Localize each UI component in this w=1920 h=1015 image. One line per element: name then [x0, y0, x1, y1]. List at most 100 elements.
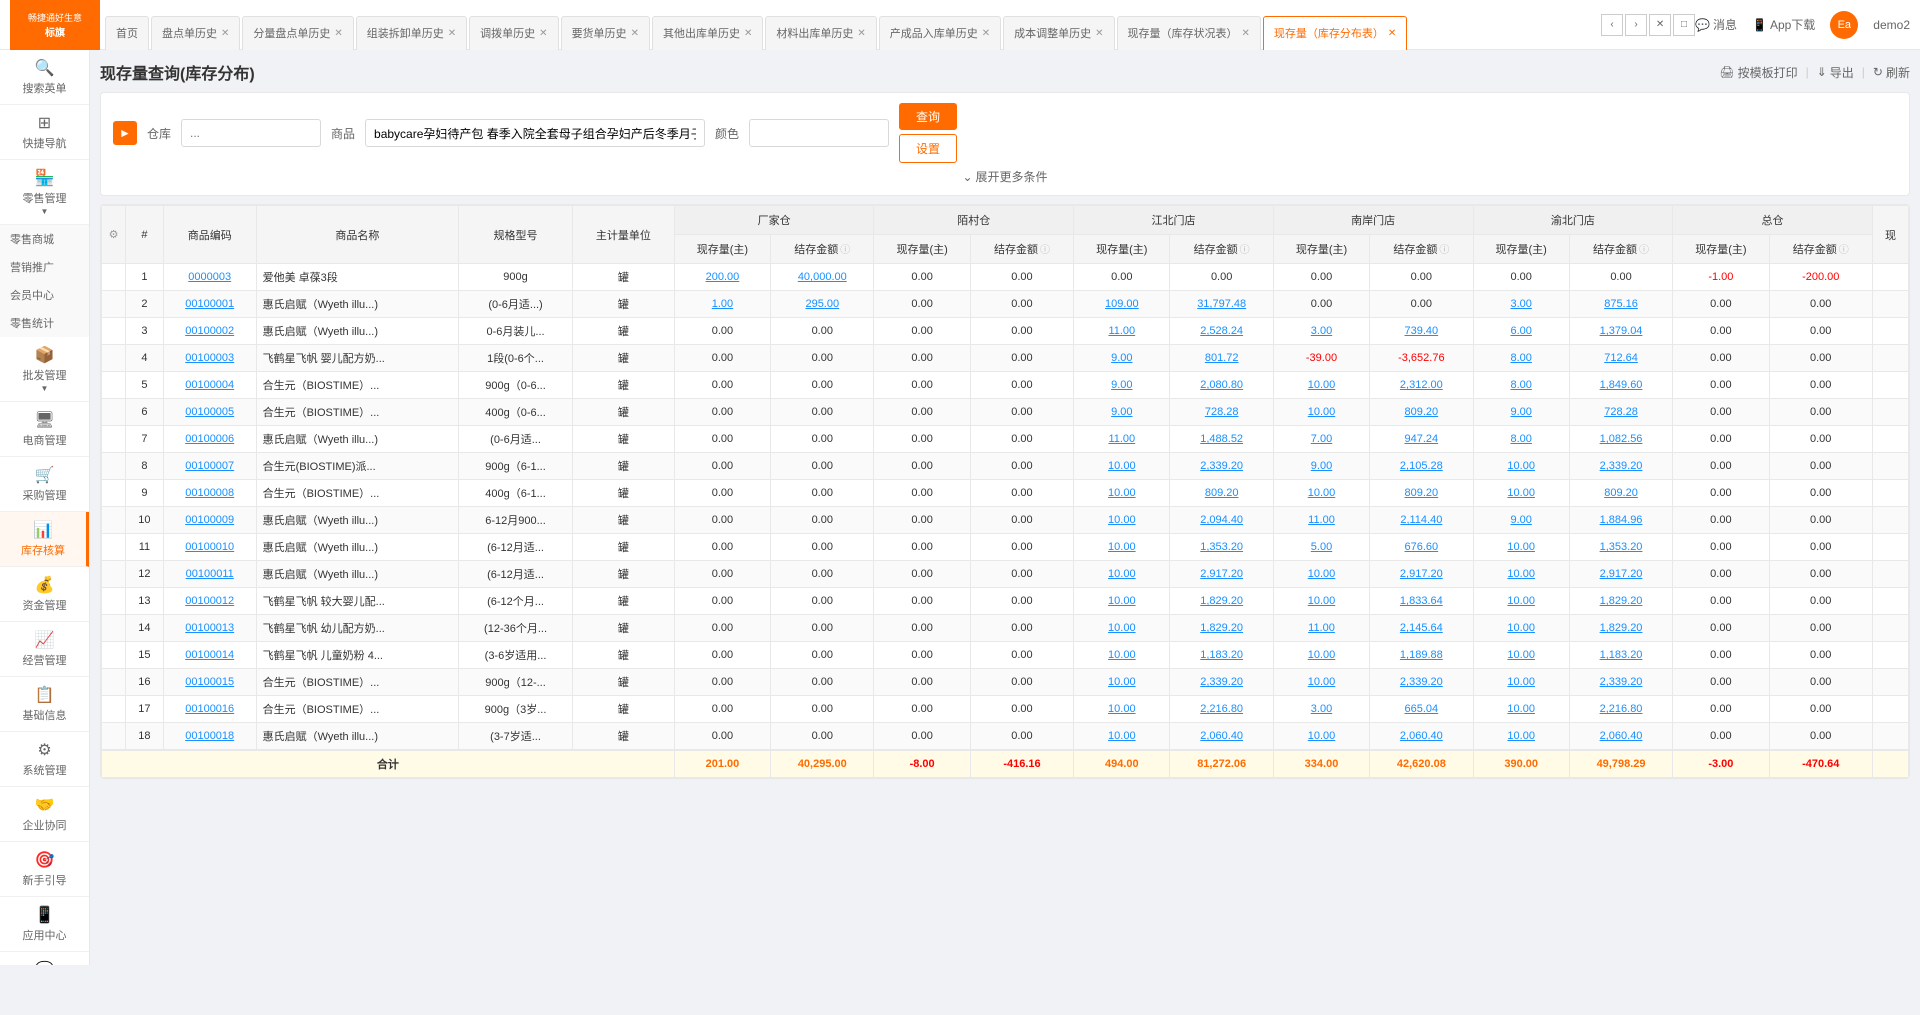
- sidebar-sub-[interactable]: 零售商城: [0, 225, 89, 253]
- cell-data-9[interactable]: 712.64: [1569, 345, 1672, 372]
- total-amount-info-icon[interactable]: ⓘ: [1839, 245, 1849, 256]
- sidebar-item-[interactable]: 📋基础信息: [0, 677, 89, 732]
- cell-data-8[interactable]: 3.00: [1473, 291, 1569, 318]
- cell-data-4[interactable]: 10.00: [1074, 723, 1170, 751]
- nav-close-button[interactable]: ✕: [1649, 14, 1671, 36]
- tab-[interactable]: 现存量（库存分布表）✕: [1263, 16, 1407, 50]
- cell-code[interactable]: 0000003: [163, 264, 256, 291]
- cell-data-8[interactable]: 10.00: [1473, 615, 1569, 642]
- cell-data-4[interactable]: 9.00: [1074, 399, 1170, 426]
- cell-data-4[interactable]: 11.00: [1074, 426, 1170, 453]
- color-input[interactable]: [749, 119, 889, 147]
- cell-data-7[interactable]: 809.20: [1370, 480, 1473, 507]
- cell-data-5[interactable]: 2,528.24: [1170, 318, 1273, 345]
- cell-data-4[interactable]: 10.00: [1074, 588, 1170, 615]
- cell-code[interactable]: 00100007: [163, 453, 256, 480]
- cell-data-8[interactable]: 10.00: [1473, 669, 1569, 696]
- refresh-button[interactable]: ↻ 刷新: [1873, 64, 1910, 81]
- cell-data-9[interactable]: 2,216.80: [1569, 696, 1672, 723]
- cell-data-4[interactable]: 10.00: [1074, 642, 1170, 669]
- close-icon[interactable]: ✕: [448, 28, 456, 39]
- cell-data-7[interactable]: 2,114.40: [1370, 507, 1473, 534]
- cell-data-9[interactable]: 1,183.20: [1569, 642, 1672, 669]
- cell-data-4[interactable]: 9.00: [1074, 372, 1170, 399]
- cell-data-7[interactable]: -3,652.76: [1370, 345, 1473, 372]
- cell-data-8[interactable]: 10.00: [1473, 480, 1569, 507]
- cell-data-5[interactable]: 809.20: [1170, 480, 1273, 507]
- close-icon[interactable]: ✕: [539, 28, 547, 39]
- cell-data-5[interactable]: 728.28: [1170, 399, 1273, 426]
- cell-data-9[interactable]: 2,339.20: [1569, 453, 1672, 480]
- cell-code[interactable]: 00100013: [163, 615, 256, 642]
- nav-prev-button[interactable]: ‹: [1601, 14, 1623, 36]
- cell-data-9[interactable]: 2,060.40: [1569, 723, 1672, 751]
- cell-data-9[interactable]: 1,379.04: [1569, 318, 1672, 345]
- sidebar-item-[interactable]: 🛒采购管理: [0, 457, 89, 512]
- filter-collapse-button[interactable]: ►: [113, 121, 137, 145]
- cell-code[interactable]: 00100004: [163, 372, 256, 399]
- sidebar-item-[interactable]: 🤝企业协同: [0, 787, 89, 842]
- cell-code[interactable]: 00100015: [163, 669, 256, 696]
- cell-data-6[interactable]: -39.00: [1273, 345, 1369, 372]
- cell-data-1[interactable]: 295.00: [771, 291, 874, 318]
- cell-data-6[interactable]: 7.00: [1273, 426, 1369, 453]
- cell-data-6[interactable]: 10.00: [1273, 480, 1369, 507]
- cell-data-6[interactable]: 9.00: [1273, 453, 1369, 480]
- cell-data-6[interactable]: 10.00: [1273, 588, 1369, 615]
- cell-data-8[interactable]: 10.00: [1473, 561, 1569, 588]
- cell-code[interactable]: 00100009: [163, 507, 256, 534]
- cell-data-4[interactable]: 10.00: [1074, 696, 1170, 723]
- cell-data-8[interactable]: 8.00: [1473, 372, 1569, 399]
- cell-data-8[interactable]: 8.00: [1473, 426, 1569, 453]
- cell-data-5[interactable]: 2,339.20: [1170, 453, 1273, 480]
- cell-data-9[interactable]: 728.28: [1569, 399, 1672, 426]
- close-icon[interactable]: ✕: [1095, 28, 1103, 39]
- cell-code[interactable]: 00100006: [163, 426, 256, 453]
- cell-data-9[interactable]: 2,917.20: [1569, 561, 1672, 588]
- cell-data-1[interactable]: 40,000.00: [771, 264, 874, 291]
- cell-data-8[interactable]: 10.00: [1473, 696, 1569, 723]
- cell-data-6[interactable]: 10.00: [1273, 723, 1369, 751]
- avatar[interactable]: Ea: [1830, 11, 1858, 39]
- cell-code[interactable]: 00100016: [163, 696, 256, 723]
- sidebar-item-[interactable]: 📊库存核算: [0, 512, 89, 567]
- cell-data-4[interactable]: 10.00: [1074, 453, 1170, 480]
- cell-data-5[interactable]: 1,353.20: [1170, 534, 1273, 561]
- close-icon[interactable]: ✕: [1388, 28, 1396, 39]
- cell-data-4[interactable]: 10.00: [1074, 615, 1170, 642]
- app-download-button[interactable]: 📱 App下载: [1752, 16, 1815, 33]
- cell-code[interactable]: 00100014: [163, 642, 256, 669]
- jb-amount-info-icon[interactable]: ⓘ: [1240, 245, 1250, 256]
- close-icon[interactable]: ✕: [631, 28, 639, 39]
- cell-data-8[interactable]: 8.00: [1473, 345, 1569, 372]
- cell-data-7[interactable]: 2,312.00: [1370, 372, 1473, 399]
- cell-data-9[interactable]: 1,884.96: [1569, 507, 1672, 534]
- cell-data-9[interactable]: 875.16: [1569, 291, 1672, 318]
- cell-data-9[interactable]: 1,082.56: [1569, 426, 1672, 453]
- cell-data-5[interactable]: 31,797.48: [1170, 291, 1273, 318]
- product-input[interactable]: [365, 119, 705, 147]
- cell-data-8[interactable]: 10.00: [1473, 588, 1569, 615]
- sidebar-item-[interactable]: 📱应用中心: [0, 897, 89, 952]
- sidebar-item-[interactable]: 📦批发管理▼: [0, 337, 89, 402]
- sidebar-item-[interactable]: 📈经营管理: [0, 622, 89, 677]
- cell-data-5[interactable]: 1,183.20: [1170, 642, 1273, 669]
- cell-data-5[interactable]: 2,094.40: [1170, 507, 1273, 534]
- close-icon[interactable]: ✕: [1242, 28, 1250, 39]
- sidebar-item-[interactable]: ⚙系统管理: [0, 732, 89, 787]
- sidebar-sub-[interactable]: 零售统计: [0, 309, 89, 337]
- tab-[interactable]: 成本调整单历史✕: [1003, 16, 1114, 50]
- cell-data-8[interactable]: 6.00: [1473, 318, 1569, 345]
- nav-next-button[interactable]: ›: [1625, 14, 1647, 36]
- cell-data-7[interactable]: 809.20: [1370, 399, 1473, 426]
- cjc-amount-info-icon[interactable]: ⓘ: [840, 245, 850, 256]
- cell-data-5[interactable]: 2,080.80: [1170, 372, 1273, 399]
- cell-data-7[interactable]: 676.60: [1370, 534, 1473, 561]
- cell-data-4[interactable]: 109.00: [1074, 291, 1170, 318]
- cell-data-4[interactable]: 10.00: [1074, 480, 1170, 507]
- cell-data-6[interactable]: 10.00: [1273, 399, 1369, 426]
- cell-code[interactable]: 00100005: [163, 399, 256, 426]
- tab-[interactable]: 现存量（库存状况表）✕: [1117, 16, 1261, 50]
- message-button[interactable]: 💬 消息: [1695, 16, 1737, 33]
- cell-code[interactable]: 00100008: [163, 480, 256, 507]
